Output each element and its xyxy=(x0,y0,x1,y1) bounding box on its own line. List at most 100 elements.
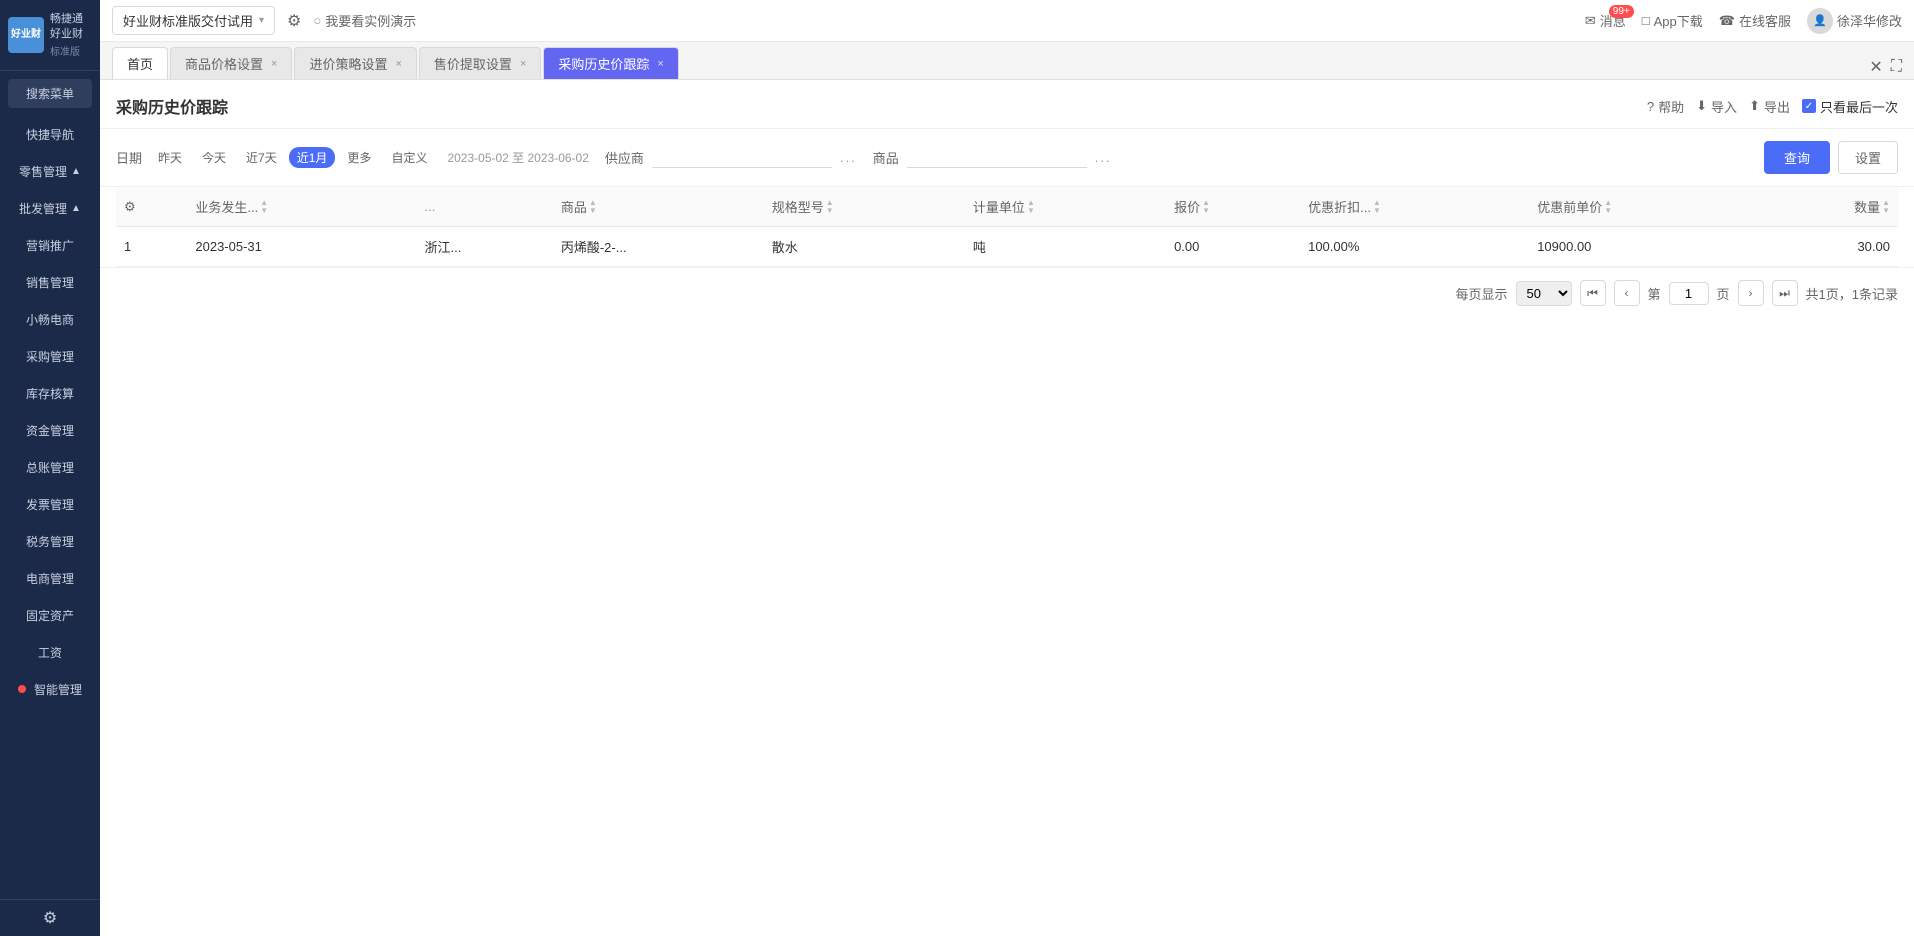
cell-unit: 吨 xyxy=(965,227,1166,267)
demo-button[interactable]: ○ 我要看实例演示 xyxy=(313,11,416,30)
date-option-custom[interactable]: 自定义 xyxy=(383,147,435,168)
filter-actions: 查询 设置 xyxy=(1764,141,1898,174)
sidebar-item-invoice[interactable]: 发票管理 xyxy=(0,486,100,523)
first-page-button[interactable]: ⏮ xyxy=(1580,280,1606,306)
export-icon: ⬆ xyxy=(1749,98,1760,114)
tab-price[interactable]: 商品价格设置 × xyxy=(170,47,292,79)
tab-home[interactable]: 首页 xyxy=(112,47,168,79)
product-input[interactable] xyxy=(907,148,1087,168)
import-button[interactable]: ⬇ 导入 xyxy=(1696,97,1737,116)
filter-settings-button[interactable]: 设置 xyxy=(1838,141,1898,174)
sidebar-settings-icon[interactable]: ⚙ xyxy=(43,908,57,928)
col-quote: 报价 ▲▼ xyxy=(1166,187,1300,227)
date-option-yesterday[interactable]: 昨天 xyxy=(150,147,190,168)
sort-pre-discount-icon[interactable]: ▲▼ xyxy=(1604,199,1612,215)
sidebar-item-ecommerce-small[interactable]: 小畅电商 xyxy=(0,301,100,338)
only-latest-checkbox-label[interactable]: 只看最后一次 xyxy=(1802,97,1898,116)
user-menu-button[interactable]: 👤 徐泽华修改 xyxy=(1807,8,1902,34)
per-page-select[interactable]: 50 100 200 xyxy=(1516,281,1572,306)
sidebar-item-marketing[interactable]: 营销推广 xyxy=(0,227,100,264)
tab-purchase-strategy-close-icon[interactable]: × xyxy=(395,58,401,70)
sidebar-item-inventory[interactable]: 库存核算 xyxy=(0,375,100,412)
sort-discount-icon[interactable]: ▲▼ xyxy=(1373,199,1381,215)
sidebar-item-smart[interactable]: 智能管理 xyxy=(0,671,100,708)
table-body: 1 2023-05-31 浙江... 丙烯酸-2-... 散水 吨 0.00 1… xyxy=(116,227,1898,267)
date-option-more[interactable]: 更多 xyxy=(339,147,379,168)
sort-date-icon[interactable]: ▲▼ xyxy=(260,199,268,215)
date-option-today[interactable]: 今天 xyxy=(194,147,234,168)
col-discount: 优惠折扣... ▲▼ xyxy=(1300,187,1529,227)
sidebar-item-purchase[interactable]: 采购管理 xyxy=(0,338,100,375)
tab-history-price[interactable]: 采购历史价跟踪 × xyxy=(543,47,678,79)
col-date: 业务发生... ▲▼ xyxy=(187,187,416,227)
page-number-input[interactable] xyxy=(1669,282,1709,305)
headset-icon: ☎ xyxy=(1719,13,1735,29)
next-page-button[interactable]: › xyxy=(1738,280,1764,306)
sidebar-item-salary[interactable]: 工资 xyxy=(0,634,100,671)
sidebar-item-ecommerce[interactable]: 电商管理 xyxy=(0,560,100,597)
tab-history-price-close-icon[interactable]: × xyxy=(657,58,663,70)
sidebar-item-sales[interactable]: 销售管理 xyxy=(0,264,100,301)
tab-purchase-strategy[interactable]: 进价策略设置 × xyxy=(294,47,416,79)
search-menu-button[interactable]: 搜索菜单 xyxy=(8,79,92,108)
demo-icon: ○ xyxy=(313,13,321,28)
table-gear-icon[interactable]: ⚙ xyxy=(124,199,136,214)
page-actions: ? 帮助 ⬇ 导入 ⬆ 导出 只看最后一次 xyxy=(1647,97,1898,116)
tabbar: 首页 商品价格设置 × 进价策略设置 × 售价提取设置 × 采购历史价跟踪 × … xyxy=(100,42,1914,80)
export-button[interactable]: ⬆ 导出 xyxy=(1749,97,1790,116)
selector-chevron-down-icon: ▾ xyxy=(259,15,264,26)
filter-bar: 日期 昨天 今天 近7天 近1月 更多 自定义 2023-05-02 至 202… xyxy=(100,129,1914,187)
company-selector[interactable]: 好业财标准版交付试用 ▾ xyxy=(112,6,275,35)
sidebar-item-assets[interactable]: 固定资产 xyxy=(0,597,100,634)
sidebar-item-retail[interactable]: 零售管理 ▲ xyxy=(0,153,100,190)
prev-page-button[interactable]: ‹ xyxy=(1614,280,1640,306)
tab-maximize-icon[interactable]: ⛶ xyxy=(1891,58,1902,76)
table-dots[interactable]: ... xyxy=(424,199,435,214)
cell-pre-discount-price: 10900.00 xyxy=(1529,227,1764,267)
sidebar-item-general[interactable]: 总账管理 xyxy=(0,449,100,486)
date-range-text: 2023-05-02 至 2023-06-02 xyxy=(447,149,588,166)
message-button[interactable]: ✉ 消息 99+ xyxy=(1585,11,1626,30)
topbar-settings-icon[interactable]: ⚙ xyxy=(287,11,301,31)
sidebar-search-area: 搜索菜单 xyxy=(0,71,100,116)
cell-quantity: 30.00 xyxy=(1764,227,1898,267)
supplier-dots[interactable]: ... xyxy=(840,150,857,165)
last-page-button[interactable]: ⏭ xyxy=(1772,280,1798,306)
product-filter-group: 商品 ... xyxy=(873,148,1112,168)
tab-sale-price-close-icon[interactable]: × xyxy=(520,58,526,70)
tab-price-close-icon[interactable]: × xyxy=(271,58,277,70)
query-button[interactable]: 查询 xyxy=(1764,141,1830,174)
sort-unit-icon[interactable]: ▲▼ xyxy=(1027,199,1035,215)
cell-quote: 0.00 xyxy=(1166,227,1300,267)
date-option-7days[interactable]: 近7天 xyxy=(238,147,285,168)
avatar: 👤 xyxy=(1807,8,1833,34)
sidebar-item-wholesale[interactable]: 批发管理 ▲ xyxy=(0,190,100,227)
sort-quote-icon[interactable]: ▲▼ xyxy=(1202,199,1210,215)
total-info: 共1页，1条记录 xyxy=(1806,284,1898,303)
sidebar-item-quick-nav[interactable]: 快捷导航 xyxy=(0,116,100,153)
only-latest-checkbox[interactable] xyxy=(1802,99,1816,113)
tab-sale-price[interactable]: 售价提取设置 × xyxy=(419,47,541,79)
product-dots[interactable]: ... xyxy=(1095,150,1112,165)
page-title: 采购历史价跟踪 xyxy=(116,94,228,118)
sort-quantity-icon[interactable]: ▲▼ xyxy=(1882,199,1890,215)
sort-spec-icon[interactable]: ▲▼ xyxy=(826,199,834,215)
supplier-input[interactable] xyxy=(652,148,832,168)
cell-index: 1 xyxy=(116,227,187,267)
sidebar-item-tax[interactable]: 税务管理 xyxy=(0,523,100,560)
main-content: 好业财标准版交付试用 ▾ ⚙ ○ 我要看实例演示 ✉ 消息 99+ □ App下… xyxy=(100,0,1914,936)
online-service-button[interactable]: ☎ 在线客服 xyxy=(1719,11,1791,30)
sidebar-bottom: ⚙ xyxy=(0,899,100,936)
sort-product-icon[interactable]: ▲▼ xyxy=(589,199,597,215)
help-button[interactable]: ? 帮助 xyxy=(1647,97,1684,116)
sidebar-item-finance[interactable]: 资金管理 xyxy=(0,412,100,449)
col-pre-discount-price: 优惠前单价 ▲▼ xyxy=(1529,187,1764,227)
sidebar: 好业财 畅捷通好业财 标准版 搜索菜单 快捷导航 零售管理 ▲ 批发管理 ▲ 营… xyxy=(0,0,100,936)
cell-discount: 100.00% xyxy=(1300,227,1529,267)
smart-dot xyxy=(18,685,26,693)
tab-close-all-icon[interactable]: ✕ xyxy=(1869,57,1882,77)
col-gear: ⚙ xyxy=(116,187,187,227)
app-download-button[interactable]: □ App下载 xyxy=(1642,11,1703,30)
date-options: 昨天 今天 近7天 近1月 更多 自定义 xyxy=(150,147,435,168)
date-option-1month[interactable]: 近1月 xyxy=(289,147,336,168)
